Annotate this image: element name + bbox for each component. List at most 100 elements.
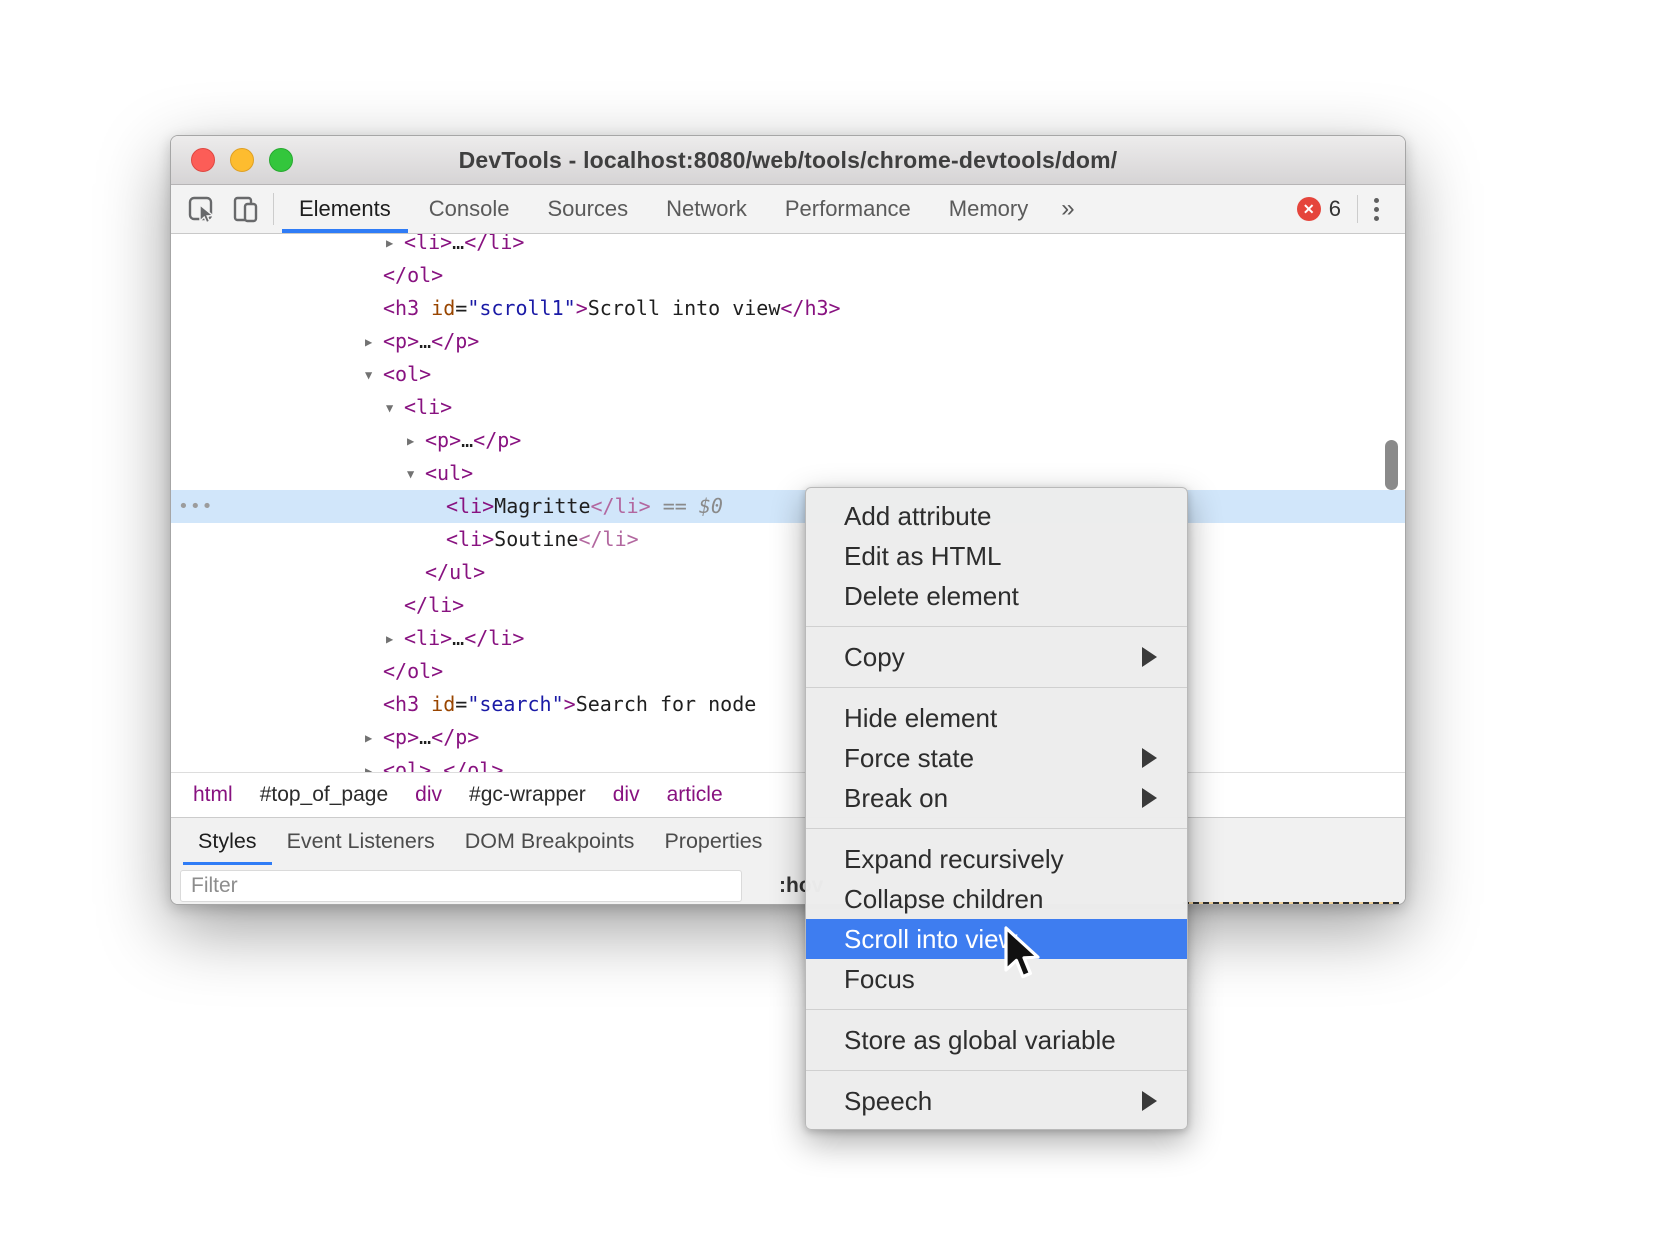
tab-memory[interactable]: Memory [930, 185, 1047, 233]
dom-node-selected[interactable]: •••<li>Magritte</li> == $0 [171, 490, 1405, 523]
code-segment: <ol> [383, 362, 431, 386]
submenu-arrow-icon [1142, 1091, 1157, 1111]
node-options-dots[interactable]: ••• [178, 490, 214, 523]
minimize-button[interactable] [230, 148, 254, 172]
tab-network[interactable]: Network [647, 185, 766, 233]
code-segment: <li> [446, 527, 494, 551]
dom-node[interactable]: ▼ <ul> [171, 457, 1405, 490]
code-segment: </li> [591, 494, 651, 518]
menu-item-focus[interactable]: Focus [806, 959, 1187, 999]
dom-node[interactable]: </li> [171, 589, 1405, 622]
tab-console[interactable]: Console [410, 185, 529, 233]
device-toolbar-icon[interactable] [229, 192, 263, 226]
styles-filter-row: :hov [171, 865, 1405, 905]
expand-arrow-icon[interactable]: ▶ [407, 425, 414, 458]
code-segment: $0 [699, 494, 723, 518]
menu-item-store-as-global-variable[interactable]: Store as global variable [806, 1020, 1187, 1060]
expand-arrow-icon[interactable]: ▶ [386, 234, 393, 260]
dom-node[interactable]: ▼ <ol> [171, 358, 1405, 391]
sidebar-tab-dom-breakpoints[interactable]: DOM Breakpoints [450, 818, 650, 865]
window-title: DevTools - localhost:8080/web/tools/chro… [459, 147, 1118, 174]
dom-node[interactable]: ▶<li>…</li> [171, 234, 1405, 259]
collapse-arrow-icon[interactable]: ▼ [407, 458, 414, 491]
more-tabs-chevron-icon[interactable]: » [1047, 185, 1088, 233]
menu-item-collapse-children[interactable]: Collapse children [806, 879, 1187, 919]
breadcrumb-item[interactable]: #top_of_page [260, 783, 388, 807]
code-segment: "scroll1" [467, 296, 575, 320]
dom-node[interactable]: ▼<li> [171, 391, 1405, 424]
inspect-element-icon[interactable] [185, 192, 219, 226]
menu-item-edit-as-html[interactable]: Edit as HTML [806, 536, 1187, 576]
collapse-arrow-icon[interactable]: ▼ [386, 392, 393, 425]
breadcrumb-item[interactable]: #gc-wrapper [469, 783, 586, 807]
code-segment: <p> [383, 725, 419, 749]
code-segment: <li> [446, 494, 494, 518]
dom-node[interactable]: </ol> [171, 655, 1405, 688]
dom-node[interactable]: </ol> [171, 259, 1405, 292]
code-segment: <li> [404, 234, 452, 254]
code-segment: </ol> [383, 263, 443, 287]
dom-tree-pane: ▶<li>…</li></ol><h3 id="scroll1">Scroll … [171, 234, 1405, 772]
kebab-menu-icon[interactable] [1357, 195, 1395, 223]
code-segment: <ol> [383, 758, 431, 772]
dom-node[interactable]: <li>Soutine</li> [171, 523, 1405, 556]
menu-item-expand-recursively[interactable]: Expand recursively [806, 839, 1187, 879]
tab-elements[interactable]: Elements [280, 185, 410, 233]
expand-arrow-icon[interactable]: ▶ [365, 722, 372, 755]
sidebar-tabs: StylesEvent ListenersDOM BreakpointsProp… [171, 817, 1405, 865]
menu-item-force-state[interactable]: Force state [806, 738, 1187, 778]
devtools-toolbar: ElementsConsoleSourcesNetworkPerformance… [171, 185, 1405, 234]
expand-arrow-icon[interactable]: ▶ [365, 755, 372, 772]
menu-item-add-attribute[interactable]: Add attribute [806, 496, 1187, 536]
menu-item-copy[interactable]: Copy [806, 637, 1187, 677]
error-badge[interactable]: ✕ 6 [1297, 196, 1357, 222]
code-segment: … [452, 626, 464, 650]
menu-item-delete-element[interactable]: Delete element [806, 576, 1187, 616]
menu-item-scroll-into-view[interactable]: Scroll into view [806, 919, 1187, 959]
code-segment: </li> [464, 626, 524, 650]
code-segment: > [564, 692, 576, 716]
code-segment: = [455, 296, 467, 320]
toolbar-divider [273, 193, 274, 225]
menu-item-break-on[interactable]: Break on [806, 778, 1187, 818]
dom-tree: ▶<li>…</li></ol><h3 id="scroll1">Scroll … [171, 234, 1405, 772]
dom-node[interactable]: ▶<li>…</li> [171, 622, 1405, 655]
dom-node[interactable]: ▶<p>…</p> [171, 424, 1405, 457]
dom-node[interactable]: </ul> [171, 556, 1405, 589]
code-segment: <p> [425, 428, 461, 452]
menu-item-speech[interactable]: Speech [806, 1081, 1187, 1121]
sidebar-tab-properties[interactable]: Properties [649, 818, 777, 865]
styles-filter-input[interactable] [180, 870, 742, 902]
menu-separator [806, 1009, 1187, 1010]
dom-node[interactable]: ▶<p>…</p> [171, 721, 1405, 754]
expand-arrow-icon[interactable]: ▶ [365, 326, 372, 359]
expand-arrow-icon[interactable]: ▶ [386, 623, 393, 656]
dom-node[interactable]: <h3 id="scroll1">Scroll into view</h3> [171, 292, 1405, 325]
dom-node[interactable]: ▶<ol>…</ol> [171, 754, 1405, 772]
code-segment: = [455, 692, 467, 716]
menu-item-hide-element[interactable]: Hide element [806, 698, 1187, 738]
vertical-scrollbar[interactable] [1385, 440, 1398, 490]
code-segment: <h3 [383, 692, 431, 716]
dom-node[interactable]: <h3 id="search">Search for node [171, 688, 1405, 721]
devtools-window: DevTools - localhost:8080/web/tools/chro… [170, 135, 1406, 905]
tab-sources[interactable]: Sources [528, 185, 647, 233]
tab-performance[interactable]: Performance [766, 185, 930, 233]
zoom-button[interactable] [269, 148, 293, 172]
submenu-arrow-icon [1142, 788, 1157, 808]
code-segment: </p> [431, 725, 479, 749]
title-bar: DevTools - localhost:8080/web/tools/chro… [171, 136, 1405, 185]
submenu-arrow-icon [1142, 647, 1157, 667]
breadcrumb-item[interactable]: div [415, 783, 442, 807]
mouse-cursor-icon [1002, 926, 1044, 989]
breadcrumb-item[interactable]: html [193, 783, 233, 807]
collapse-arrow-icon[interactable]: ▼ [365, 359, 372, 392]
breadcrumb-item[interactable]: div [613, 783, 640, 807]
sidebar-tab-event-listeners[interactable]: Event Listeners [272, 818, 450, 865]
code-segment: "search" [467, 692, 563, 716]
close-button[interactable] [191, 148, 215, 172]
code-segment: <ul> [425, 461, 473, 485]
sidebar-tab-styles[interactable]: Styles [183, 818, 272, 865]
dom-node[interactable]: ▶<p>…</p> [171, 325, 1405, 358]
breadcrumb-item[interactable]: article [667, 783, 723, 807]
